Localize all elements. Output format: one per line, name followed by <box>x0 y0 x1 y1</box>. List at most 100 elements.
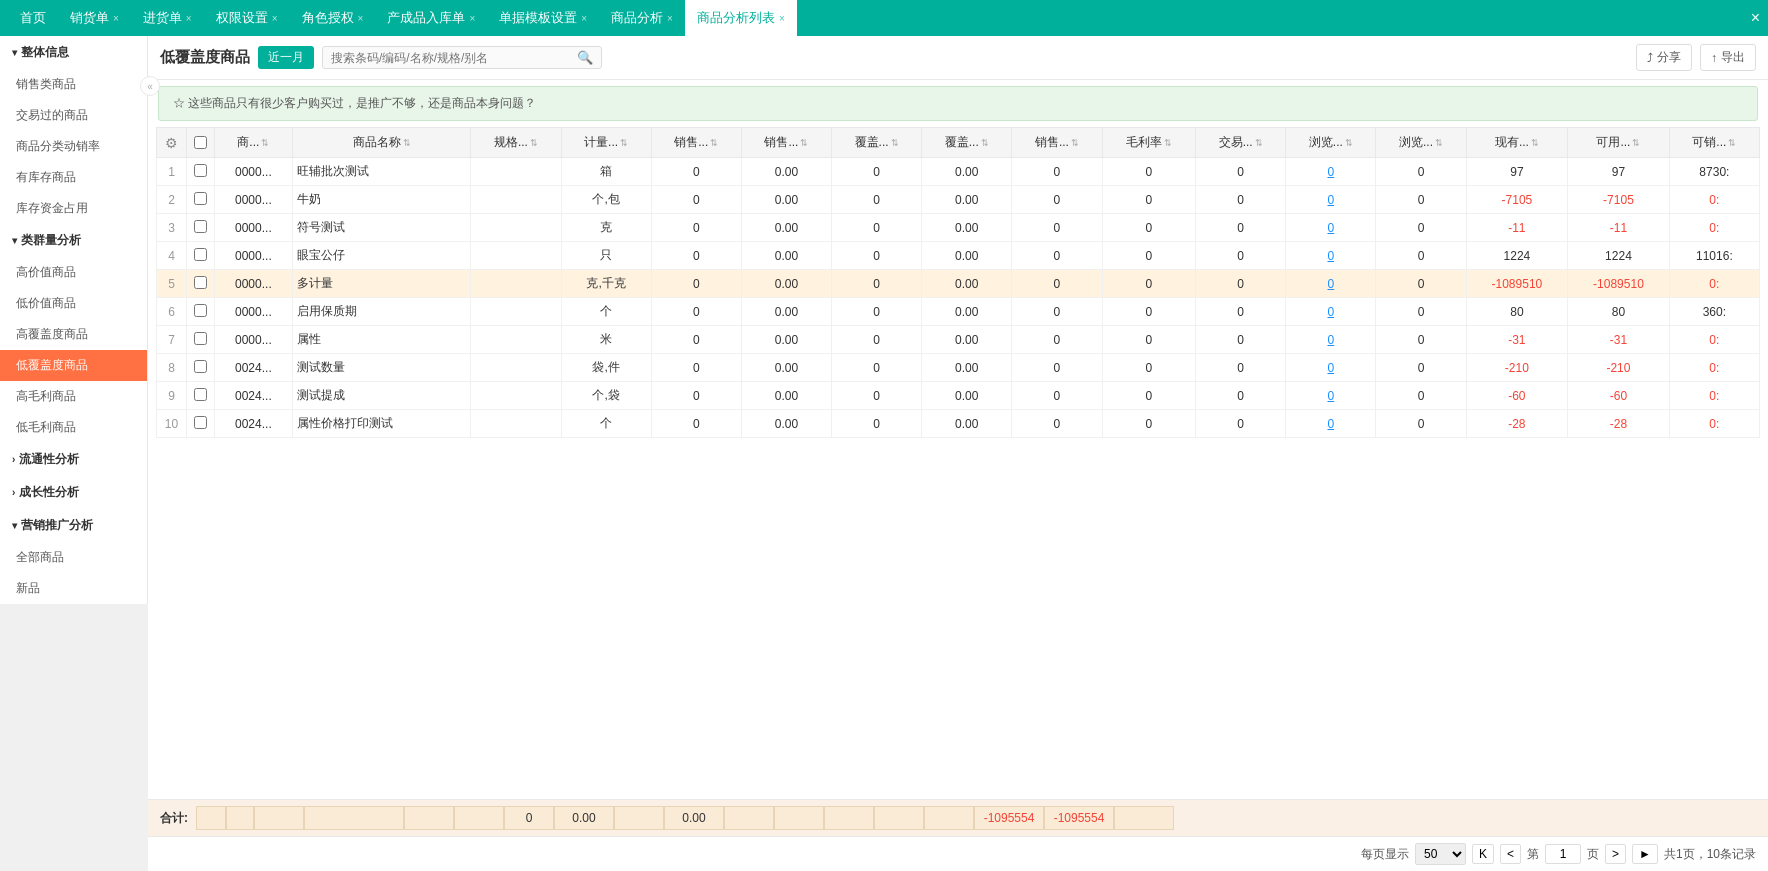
row-browse1[interactable]: 0 <box>1286 326 1376 354</box>
per-page-select[interactable]: 50 100 <box>1415 843 1466 865</box>
sidebar-item-category-rate[interactable]: 商品分类动销率 <box>0 131 147 162</box>
row-available: 97 <box>1568 158 1670 186</box>
sidebar-item-sales-goods[interactable]: 销售类商品 <box>0 69 147 100</box>
row-num: 9 <box>157 382 187 410</box>
prev-page-button[interactable]: < <box>1500 844 1521 864</box>
sidebar-item-low-value[interactable]: 低价值商品 <box>0 288 147 319</box>
col-spec[interactable]: 规格...⇅ <box>471 128 561 158</box>
period-button[interactable]: 近一月 <box>258 46 314 69</box>
sidebar-item-low-coverage[interactable]: 低覆盖度商品 <box>0 350 147 381</box>
nav-tab-analysis-list[interactable]: 商品分析列表 × <box>685 0 797 36</box>
row-unit: 个 <box>561 298 651 326</box>
sidebar-item-low-margin[interactable]: 低毛利商品 <box>0 412 147 443</box>
sidebar-item-in-stock[interactable]: 有库存商品 <box>0 162 147 193</box>
row-browse1[interactable]: 0 <box>1286 354 1376 382</box>
row-checkbox[interactable] <box>194 276 207 289</box>
nav-tab-templates[interactable]: 单据模板设置 × <box>487 0 599 36</box>
search-input[interactable] <box>331 51 577 65</box>
col-sales2[interactable]: 销售...⇅ <box>741 128 831 158</box>
row-sales3: 0 <box>1012 326 1102 354</box>
close-icon[interactable]: × <box>358 13 364 24</box>
row-code: 0000... <box>215 298 293 326</box>
row-browse1[interactable]: 0 <box>1286 382 1376 410</box>
row-code: 0000... <box>215 158 293 186</box>
collapse-sidebar-button[interactable]: « <box>140 76 160 96</box>
table-row: 3 0000... 符号测试 克 0 0.00 0 0.00 0 0 0 0 0… <box>157 214 1760 242</box>
row-saleable: 8730: <box>1669 158 1759 186</box>
row-browse1[interactable]: 0 <box>1286 270 1376 298</box>
col-saleable[interactable]: 可销...⇅ <box>1669 128 1759 158</box>
col-sales1[interactable]: 销售...⇅ <box>651 128 741 158</box>
sidebar-item-all-goods[interactable]: 全部商品 <box>0 542 147 573</box>
row-browse1[interactable]: 0 <box>1286 186 1376 214</box>
row-checkbox[interactable] <box>194 192 207 205</box>
nav-tab-purchase[interactable]: 进货单 × <box>131 0 204 36</box>
row-browse1[interactable]: 0 <box>1286 410 1376 438</box>
row-checkbox[interactable] <box>194 164 207 177</box>
close-icon[interactable]: × <box>469 13 475 24</box>
last-page-button[interactable]: ► <box>1632 844 1658 864</box>
page-input[interactable] <box>1545 844 1581 864</box>
col-browse1[interactable]: 浏览...⇅ <box>1286 128 1376 158</box>
sidebar-section-flow[interactable]: › 流通性分析 <box>0 443 147 476</box>
close-icon[interactable]: × <box>667 13 673 24</box>
nav-tab-home[interactable]: 首页 <box>8 0 58 36</box>
sidebar-item-high-margin[interactable]: 高毛利商品 <box>0 381 147 412</box>
row-num: 5 <box>157 270 187 298</box>
nav-tab-roles[interactable]: 角色授权 × <box>290 0 376 36</box>
row-sales2: 0.00 <box>741 186 831 214</box>
sidebar-item-new-goods[interactable]: 新品 <box>0 573 147 604</box>
export-button[interactable]: ↑ 导出 <box>1700 44 1756 71</box>
close-icon[interactable]: × <box>272 13 278 24</box>
search-icon[interactable]: 🔍 <box>577 50 593 65</box>
nav-tab-permissions[interactable]: 权限设置 × <box>204 0 290 36</box>
row-browse1[interactable]: 0 <box>1286 298 1376 326</box>
sidebar-item-high-value[interactable]: 高价值商品 <box>0 257 147 288</box>
close-icon[interactable]: × <box>779 13 785 24</box>
row-checkbox[interactable] <box>194 416 207 429</box>
col-cover2[interactable]: 覆盖...⇅ <box>922 128 1012 158</box>
col-name[interactable]: 商品名称⇅ <box>292 128 471 158</box>
close-all-button[interactable]: × <box>1751 9 1760 27</box>
close-icon[interactable]: × <box>186 13 192 24</box>
nav-tab-products[interactable]: 产成品入库单 × <box>375 0 487 36</box>
next-page-button[interactable]: > <box>1605 844 1626 864</box>
row-checkbox[interactable] <box>194 220 207 233</box>
col-cover1[interactable]: 覆盖...⇅ <box>832 128 922 158</box>
row-browse1[interactable]: 0 <box>1286 214 1376 242</box>
col-settings[interactable]: ⚙ <box>157 128 187 158</box>
settings-icon[interactable]: ⚙ <box>165 135 178 151</box>
table-row: 2 0000... 牛奶 个,包 0 0.00 0 0.00 0 0 0 0 0… <box>157 186 1760 214</box>
first-page-button[interactable]: K <box>1472 844 1494 864</box>
nav-tab-sales[interactable]: 销货单 × <box>58 0 131 36</box>
sidebar-section-growth[interactable]: › 成长性分析 <box>0 476 147 509</box>
row-name: 启用保质期 <box>292 298 471 326</box>
sidebar-section-marketing[interactable]: ▾ 营销推广分析 <box>0 509 147 542</box>
col-available[interactable]: 可用...⇅ <box>1568 128 1670 158</box>
close-icon[interactable]: × <box>113 13 119 24</box>
nav-tab-analysis[interactable]: 商品分析 × <box>599 0 685 36</box>
row-checkbox[interactable] <box>194 248 207 261</box>
row-checkbox[interactable] <box>194 388 207 401</box>
col-sales3[interactable]: 销售...⇅ <box>1012 128 1102 158</box>
select-all-checkbox[interactable] <box>194 136 207 149</box>
col-current[interactable]: 现有...⇅ <box>1466 128 1568 158</box>
sidebar-item-high-coverage[interactable]: 高覆盖度商品 <box>0 319 147 350</box>
col-trade[interactable]: 交易...⇅ <box>1196 128 1286 158</box>
sidebar-section-group[interactable]: ▾ 类群量分析 <box>0 224 147 257</box>
col-browse2[interactable]: 浏览...⇅ <box>1376 128 1466 158</box>
sort-icon: ⇅ <box>620 138 628 148</box>
row-checkbox[interactable] <box>194 332 207 345</box>
row-checkbox[interactable] <box>194 304 207 317</box>
row-checkbox[interactable] <box>194 360 207 373</box>
sidebar-item-traded-goods[interactable]: 交易过的商品 <box>0 100 147 131</box>
row-browse1[interactable]: 0 <box>1286 242 1376 270</box>
col-gross[interactable]: 毛利率⇅ <box>1102 128 1196 158</box>
sidebar-section-overall[interactable]: ▾ 整体信息 <box>0 36 147 69</box>
share-button[interactable]: ⤴ 分享 <box>1636 44 1692 71</box>
row-browse1[interactable]: 0 <box>1286 158 1376 186</box>
col-unit[interactable]: 计量...⇅ <box>561 128 651 158</box>
col-code[interactable]: 商...⇅ <box>215 128 293 158</box>
close-icon[interactable]: × <box>581 13 587 24</box>
sidebar-item-stock-capital[interactable]: 库存资金占用 <box>0 193 147 224</box>
